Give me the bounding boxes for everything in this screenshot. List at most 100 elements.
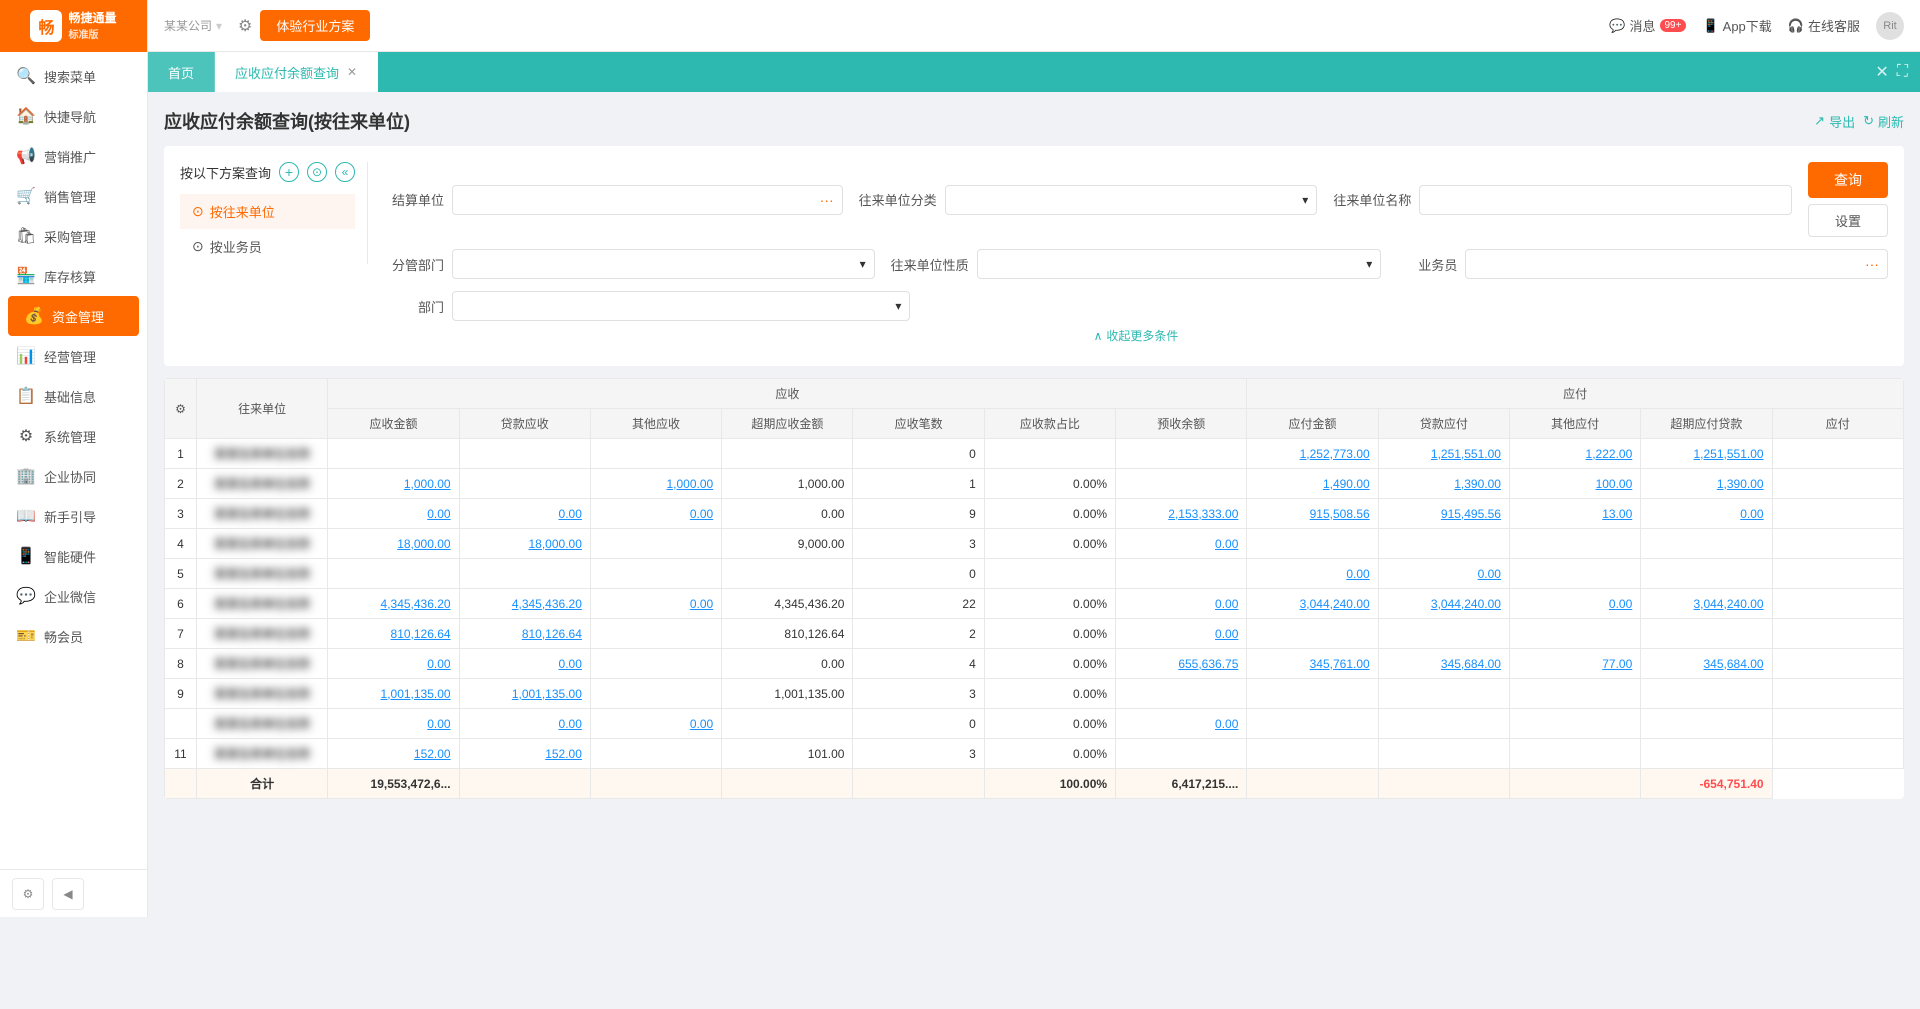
ar-prepay[interactable]: 0.00 (1116, 589, 1247, 619)
sidebar-item-purchase[interactable]: 🛍 采购管理 (0, 216, 147, 256)
ap-overdue[interactable]: 345,684.00 (1641, 649, 1772, 679)
sidebar-item-system[interactable]: ⚙ 系统管理 (0, 416, 147, 456)
ap-loan[interactable]: 345,684.00 (1378, 649, 1509, 679)
user-menu[interactable]: Rit (1876, 12, 1904, 40)
ar-amount[interactable]: 4,345,436.20 (328, 589, 459, 619)
row-num: 4 (165, 529, 197, 559)
ar-loan[interactable]: 1,001,135.00 (459, 679, 590, 709)
ar-prepay[interactable]: 0.00 (1116, 709, 1247, 739)
salesperson-dots[interactable]: ··· (1865, 256, 1879, 272)
query-btn[interactable]: 查询 (1808, 162, 1888, 198)
collapse-more-btn[interactable]: ∧ 收起更多条件 (384, 321, 1888, 350)
sidebar-item-finance[interactable]: 💰 资金管理 (8, 296, 139, 336)
industry-solution-btn[interactable]: 体验行业方案 (260, 10, 370, 41)
ar-loan[interactable]: 0.00 (459, 499, 590, 529)
sidebar-item-inventory[interactable]: 🏪 库存核算 (0, 256, 147, 296)
tab-close-all-icon[interactable]: ✕ (1875, 62, 1888, 82)
ap-overdue[interactable]: 1,390.00 (1641, 469, 1772, 499)
ap-overdue[interactable]: 0.00 (1641, 499, 1772, 529)
ap-loan[interactable]: 3,044,240.00 (1378, 589, 1509, 619)
ap-loan[interactable]: 1,390.00 (1378, 469, 1509, 499)
tab-ar-query[interactable]: 应收应付余额查询 ✕ (215, 52, 378, 92)
ar-amount[interactable]: 152.00 (328, 739, 459, 769)
search-collapse-icon[interactable]: « (335, 162, 355, 182)
ap-overdue[interactable]: 3,044,240.00 (1641, 589, 1772, 619)
sidebar-item-search[interactable]: 🔍 搜索菜单 (0, 56, 147, 96)
ar-loan[interactable]: 810,126.64 (459, 619, 590, 649)
ap-other[interactable]: 100.00 (1509, 469, 1640, 499)
sidebar-item-guide[interactable]: 📖 新手引导 (0, 496, 147, 536)
tab-close-icon[interactable]: ✕ (347, 65, 357, 79)
collapse-sidebar-btn[interactable]: ◀ (52, 878, 84, 910)
query-by-salesperson[interactable]: ⊙ 按业务员 (180, 229, 355, 264)
ar-amount[interactable]: 1,000.00 (328, 469, 459, 499)
ap-amount[interactable]: 345,761.00 (1247, 649, 1378, 679)
table-settings-header[interactable]: ⚙ (165, 379, 197, 439)
tab-home[interactable]: 首页 (148, 52, 215, 92)
ar-other[interactable]: 1,000.00 (590, 469, 721, 499)
ar-amount[interactable]: 18,000.00 (328, 529, 459, 559)
sidebar-item-corp[interactable]: 🏢 企业协同 (0, 456, 147, 496)
search-target-icon[interactable]: ⊙ (307, 162, 327, 182)
department-select[interactable]: ▾ (452, 291, 910, 321)
ar-amount[interactable]: 1,001,135.00 (328, 679, 459, 709)
dept-managed-select[interactable]: ▾ (452, 249, 875, 279)
ar-ratio: 0.00% (984, 739, 1115, 769)
sidebar-item-marketing[interactable]: 📢 营销推广 (0, 136, 147, 176)
search-add-btn[interactable]: + (279, 162, 299, 182)
partner-category-select[interactable]: ▾ (945, 185, 1318, 215)
salesperson-input[interactable]: ··· (1465, 249, 1888, 279)
settlement-unit-input[interactable]: ··· (452, 185, 843, 215)
query-by-partner[interactable]: ⊙ 按往来单位 (180, 194, 355, 229)
data-table-wrap[interactable]: ⚙ 往来单位 应收 应付 应收金额 贷款应收 其他应收 超期应收金额 应收笔数 … (164, 378, 1904, 799)
ar-other[interactable]: 0.00 (590, 499, 721, 529)
online-service-btn[interactable]: 🎧 在线客服 (1788, 16, 1860, 35)
sidebar-item-hardware[interactable]: 📱 智能硬件 (0, 536, 147, 576)
settings-bottom-btn[interactable]: ⚙ (12, 878, 44, 910)
ap-amount[interactable]: 1,252,773.00 (1247, 439, 1378, 469)
ar-prepay[interactable]: 655,636.75 (1116, 649, 1247, 679)
ar-amount[interactable]: 0.00 (328, 649, 459, 679)
settlement-unit-dots[interactable]: ··· (820, 192, 834, 208)
ap-other[interactable]: 13.00 (1509, 499, 1640, 529)
partner-nature-select[interactable]: ▾ (977, 249, 1382, 279)
ar-prepay[interactable]: 0.00 (1116, 619, 1247, 649)
sidebar-item-quicknav[interactable]: 🏠 快捷导航 (0, 96, 147, 136)
ar-amount[interactable]: 810,126.64 (328, 619, 459, 649)
ap-other[interactable]: 1,222.00 (1509, 439, 1640, 469)
settings-btn[interactable]: 设置 (1808, 204, 1888, 237)
ap-amount[interactable]: 915,508.56 (1247, 499, 1378, 529)
ap-loan[interactable]: 915,495.56 (1378, 499, 1509, 529)
messages-btn[interactable]: 💬 消息 99+ (1609, 16, 1686, 35)
ar-prepay[interactable]: 0.00 (1116, 529, 1247, 559)
sidebar-item-sales[interactable]: 🛒 销售管理 (0, 176, 147, 216)
ar-amount[interactable]: 0.00 (328, 709, 459, 739)
ar-loan[interactable]: 0.00 (459, 649, 590, 679)
ar-other[interactable]: 0.00 (590, 709, 721, 739)
export-btn[interactable]: ↗ 导出 (1814, 112, 1855, 131)
sidebar-item-base[interactable]: 📋 基础信息 (0, 376, 147, 416)
sidebar-item-member[interactable]: 🎫 畅会员 (0, 616, 147, 656)
ar-loan[interactable]: 18,000.00 (459, 529, 590, 559)
ap-amount[interactable]: 3,044,240.00 (1247, 589, 1378, 619)
ar-prepay[interactable]: 2,153,333.00 (1116, 499, 1247, 529)
refresh-btn[interactable]: ↻ 刷新 (1863, 112, 1904, 131)
sidebar-item-wechat[interactable]: 💬 企业微信 (0, 576, 147, 616)
ar-other[interactable]: 0.00 (590, 589, 721, 619)
app-download-btn[interactable]: 📱 App下载 (1702, 16, 1771, 35)
ar-loan[interactable]: 4,345,436.20 (459, 589, 590, 619)
tab-expand-icon[interactable]: ⛶ (1897, 63, 1908, 81)
ar-amount[interactable]: 0.00 (328, 499, 459, 529)
ap-other[interactable]: 77.00 (1509, 649, 1640, 679)
ap-amount[interactable]: 0.00 (1247, 559, 1378, 589)
partner-name-input[interactable] (1419, 185, 1792, 215)
sidebar-item-ops[interactable]: 📊 经营管理 (0, 336, 147, 376)
ap-amount[interactable]: 1,490.00 (1247, 469, 1378, 499)
settings-gear-icon[interactable]: ⚙ (238, 16, 252, 36)
ar-loan[interactable]: 0.00 (459, 709, 590, 739)
ap-loan[interactable]: 0.00 (1378, 559, 1509, 589)
ap-loan[interactable]: 1,251,551.00 (1378, 439, 1509, 469)
ar-loan[interactable]: 152.00 (459, 739, 590, 769)
ap-overdue[interactable]: 1,251,551.00 (1641, 439, 1772, 469)
ap-other[interactable]: 0.00 (1509, 589, 1640, 619)
